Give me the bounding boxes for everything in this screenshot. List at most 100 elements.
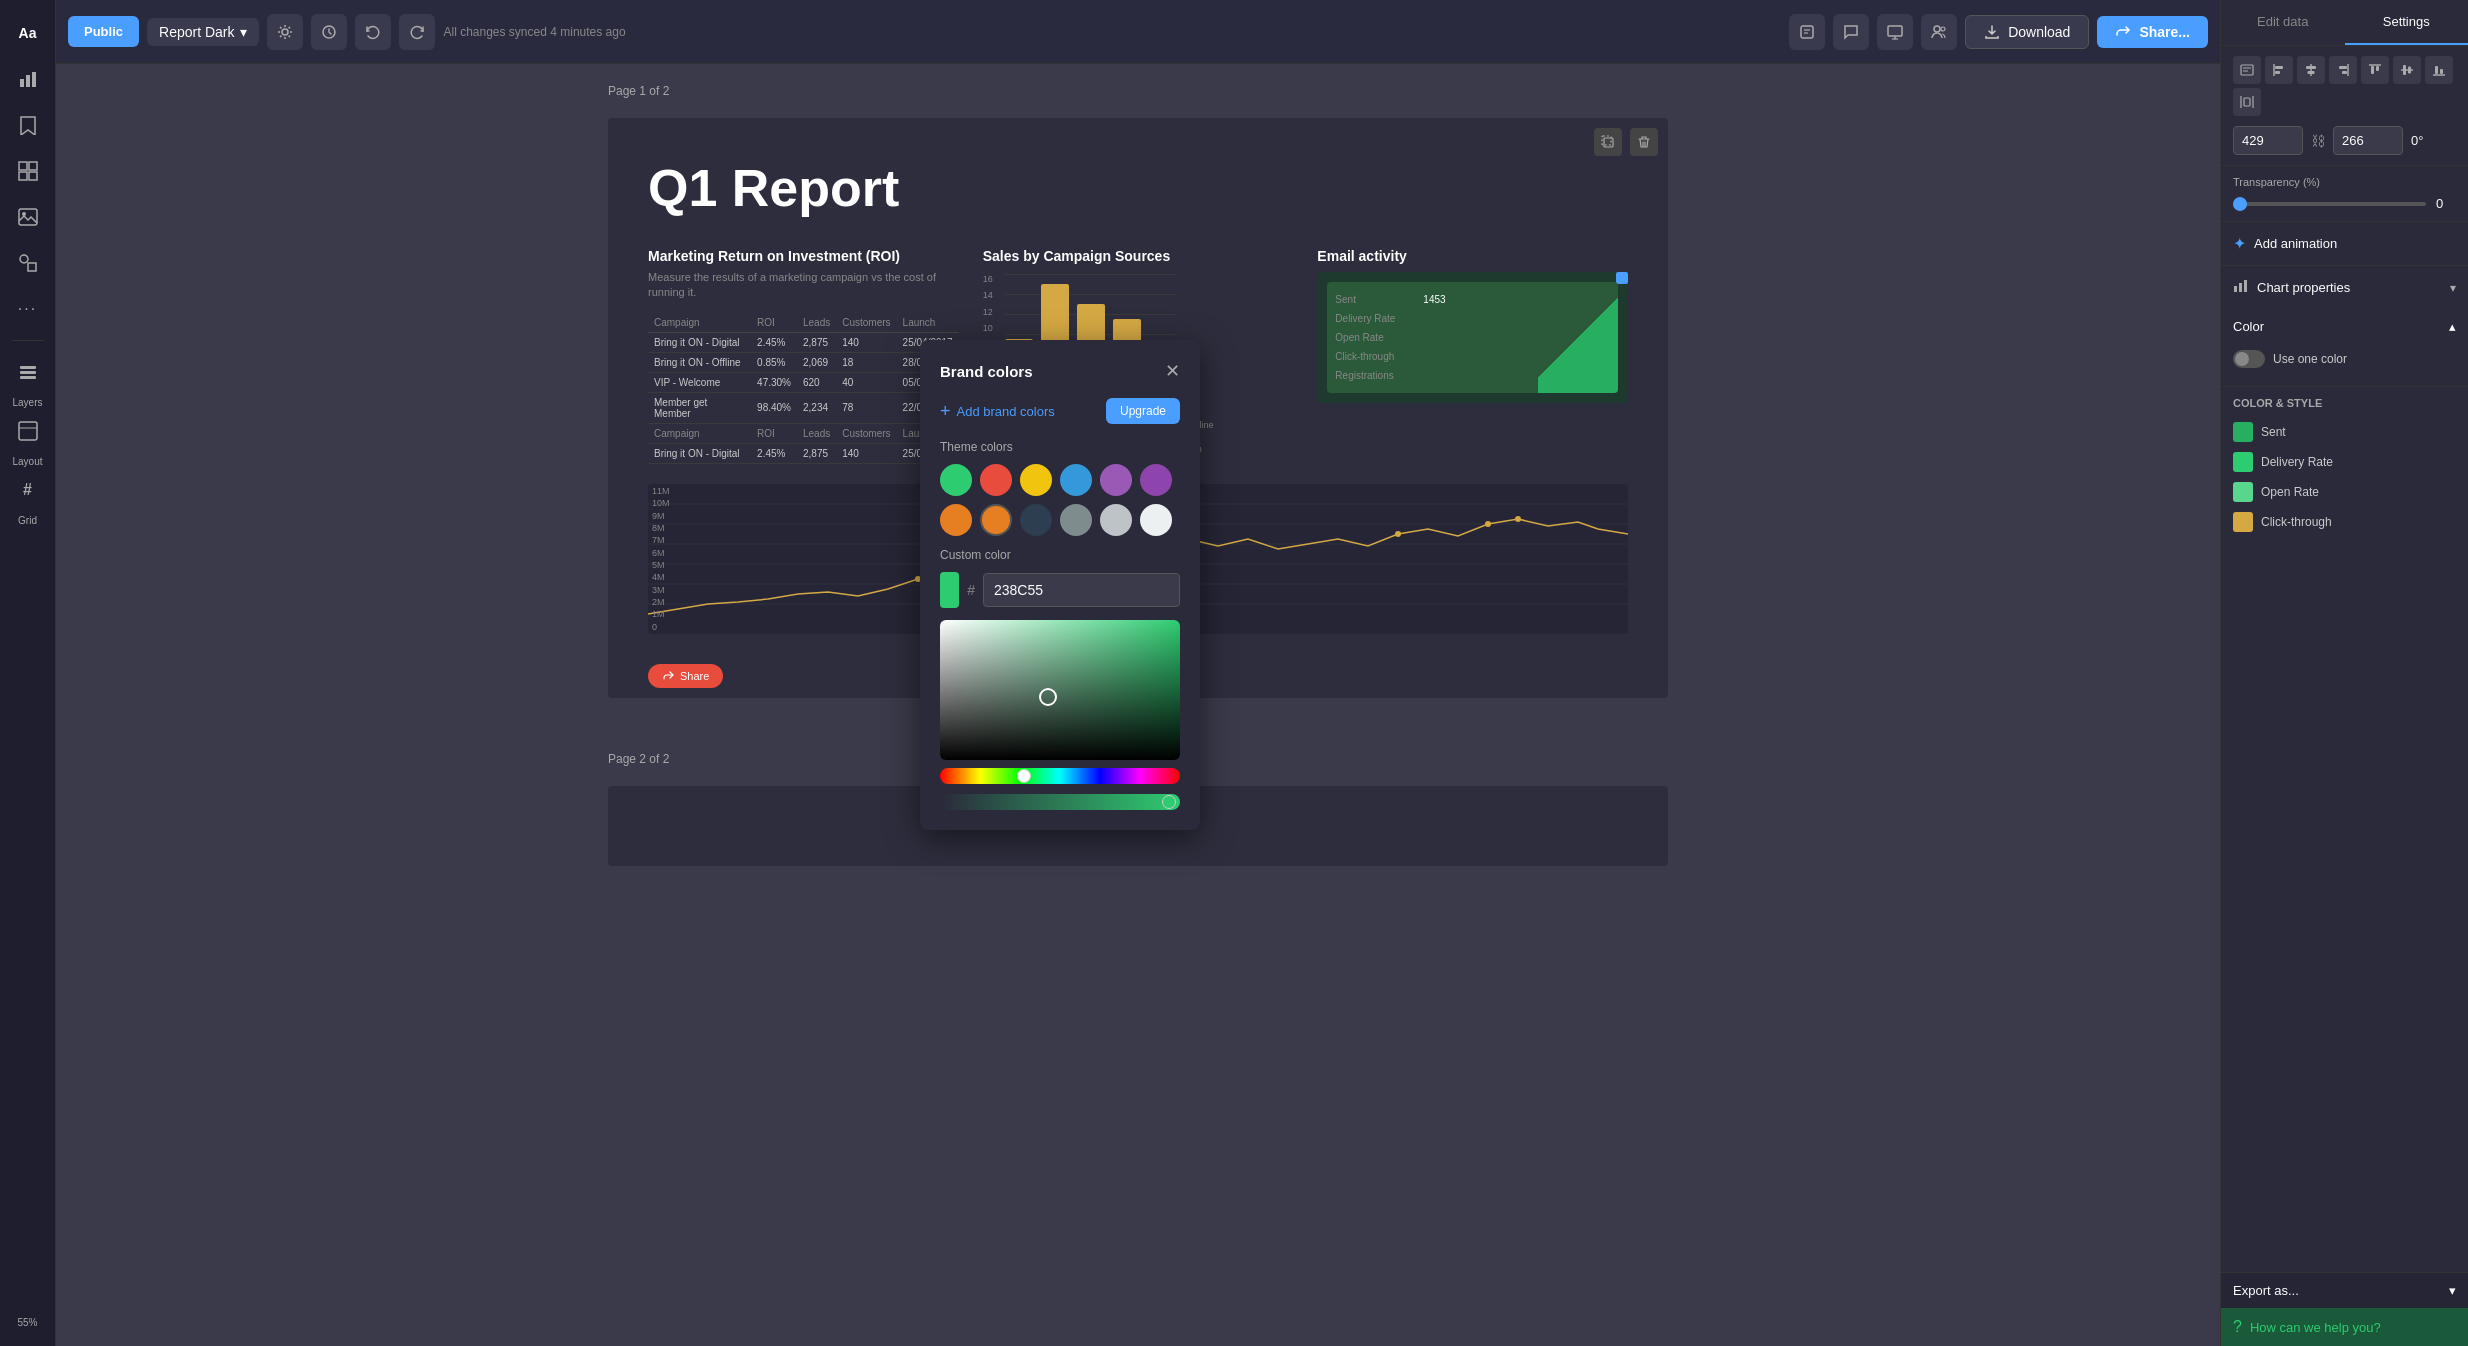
theme-color-9[interactable] xyxy=(1020,504,1052,536)
x-position-input[interactable] xyxy=(2233,126,2303,155)
popup-close-button[interactable]: ✕ xyxy=(1165,360,1180,382)
align-top-icon[interactable] xyxy=(2361,56,2389,84)
use-one-color-toggle[interactable] xyxy=(2233,350,2265,368)
theme-color-8[interactable] xyxy=(980,504,1012,536)
transparency-thumb[interactable] xyxy=(2233,197,2247,211)
alpha-slider[interactable] xyxy=(940,794,1180,810)
color-item-sent: Sent xyxy=(2233,417,2456,447)
hue-slider[interactable] xyxy=(940,768,1180,784)
theme-color-7[interactable] xyxy=(940,504,972,536)
share-slide-button[interactable]: Share xyxy=(648,664,723,688)
svg-rect-54 xyxy=(2376,66,2379,71)
chevron-up-icon: ▴ xyxy=(2449,319,2456,334)
layers-align-icon[interactable] xyxy=(2233,56,2261,84)
comment-icon-btn[interactable] xyxy=(1833,14,1869,50)
theme-color-4[interactable] xyxy=(1060,464,1092,496)
slide-title: Q1 Report xyxy=(648,158,1628,218)
hash-sign: # xyxy=(967,582,975,598)
svg-rect-6 xyxy=(29,172,37,180)
add-brand-text[interactable]: Add brand colors xyxy=(957,404,1055,419)
notes-icon-btn[interactable] xyxy=(1789,14,1825,50)
selection-handle xyxy=(1616,272,1628,284)
transparency-value: 0 xyxy=(2436,196,2456,211)
theme-color-12[interactable] xyxy=(1140,504,1172,536)
color-style-label: Color & Style xyxy=(2233,397,2456,409)
custom-color-swatch[interactable] xyxy=(940,572,959,608)
sidebar-icon-shapes[interactable] xyxy=(8,243,48,283)
toggle-knob xyxy=(2235,352,2249,366)
history-icon-btn[interactable] xyxy=(311,14,347,50)
present-icon-btn[interactable] xyxy=(1877,14,1913,50)
sidebar-icon-chart[interactable] xyxy=(8,59,48,99)
transparency-slider[interactable] xyxy=(2233,202,2426,206)
theme-color-3[interactable] xyxy=(1020,464,1052,496)
share-button[interactable]: Share... xyxy=(2097,16,2208,48)
delivery-color-swatch[interactable] xyxy=(2233,452,2253,472)
table-row: Bring it ON - Digital2.45%2,87514025/04/… xyxy=(648,332,959,352)
tab-settings[interactable]: Settings xyxy=(2345,0,2469,45)
distribute-icon[interactable] xyxy=(2233,88,2261,116)
hex-input[interactable] xyxy=(983,573,1180,607)
color-style-section: Color & Style Sent Delivery Rate Open Ra… xyxy=(2221,387,2468,547)
svg-rect-10 xyxy=(28,263,36,271)
sidebar-icon-text[interactable]: Aa xyxy=(8,13,48,53)
table-row: Bring it ON - Digital2.45%2,87514025/04/… xyxy=(648,443,959,463)
align-bottom-icon[interactable] xyxy=(2425,56,2453,84)
chart-props-header[interactable]: Chart properties ▾ xyxy=(2221,266,2468,309)
popup-title: Brand colors xyxy=(940,363,1033,380)
sidebar-group-bottom: Layers Layout # Grid xyxy=(8,349,48,526)
align-center-h-icon[interactable] xyxy=(2297,56,2325,84)
open-color-swatch[interactable] xyxy=(2233,482,2253,502)
align-middle-icon[interactable] xyxy=(2393,56,2421,84)
delete-page-icon[interactable] xyxy=(1630,128,1658,156)
y-position-input[interactable] xyxy=(2333,126,2403,155)
chart-props-label: Chart properties xyxy=(2257,280,2350,295)
undo-icon-btn[interactable] xyxy=(355,14,391,50)
use-one-color-row: Use one color xyxy=(2233,344,2456,374)
report-title-dropdown[interactable]: Report Dark ▾ xyxy=(147,18,259,46)
theme-color-10[interactable] xyxy=(1060,504,1092,536)
sidebar-icon-bookmark[interactable] xyxy=(8,105,48,145)
copy-page-icon[interactable] xyxy=(1594,128,1622,156)
svg-rect-7 xyxy=(19,209,37,225)
sidebar-icon-layers[interactable] xyxy=(8,352,48,392)
export-section[interactable]: Export as... ▾ xyxy=(2221,1272,2468,1308)
sidebar-icon-layout-nav[interactable] xyxy=(8,411,48,451)
theme-color-11[interactable] xyxy=(1100,504,1132,536)
sidebar-icon-grid[interactable]: # xyxy=(8,470,48,510)
share-people-icon-btn[interactable] xyxy=(1921,14,1957,50)
align-left-icon[interactable] xyxy=(2265,56,2293,84)
sent-color-swatch[interactable] xyxy=(2233,422,2253,442)
svg-point-37 xyxy=(1395,531,1401,537)
upgrade-button[interactable]: Upgrade xyxy=(1106,398,1180,424)
download-button[interactable]: Download xyxy=(1965,15,2089,49)
align-right-icon[interactable] xyxy=(2329,56,2357,84)
add-animation-section[interactable]: ✦ Add animation xyxy=(2221,222,2468,266)
click-color-swatch[interactable] xyxy=(2233,512,2253,532)
theme-color-5[interactable] xyxy=(1100,464,1132,496)
color-item-click: Click-through xyxy=(2233,507,2456,537)
add-animation-label: Add animation xyxy=(2254,236,2337,251)
tab-edit-data[interactable]: Edit data xyxy=(2221,0,2345,45)
settings-icon-btn[interactable] xyxy=(267,14,303,50)
color-item-delivery: Delivery Rate xyxy=(2233,447,2456,477)
svg-rect-1 xyxy=(26,75,30,87)
sidebar-group-top: Aa ··· xyxy=(8,10,48,332)
redo-icon-btn[interactable] xyxy=(399,14,435,50)
help-section[interactable]: ? How can we help you? xyxy=(2221,1308,2468,1346)
roi-title: Marketing Return on Investment (ROI) xyxy=(648,248,959,264)
popup-header: Brand colors ✕ xyxy=(940,360,1180,382)
sidebar-icon-image[interactable] xyxy=(8,197,48,237)
sidebar-icon-layout[interactable] xyxy=(8,151,48,191)
theme-color-1[interactable] xyxy=(940,464,972,496)
svg-point-9 xyxy=(20,255,28,263)
color-header[interactable]: Color ▴ xyxy=(2233,309,2456,344)
public-button[interactable]: Public xyxy=(68,16,139,47)
color-picker-canvas[interactable] xyxy=(940,620,1180,760)
picker-cursor[interactable] xyxy=(1039,688,1057,706)
svg-rect-64 xyxy=(2234,286,2237,292)
theme-color-6[interactable] xyxy=(1140,464,1172,496)
theme-color-2[interactable] xyxy=(980,464,1012,496)
sidebar-icon-more[interactable]: ··· xyxy=(8,289,48,329)
transparency-section: Transparency (%) 0 xyxy=(2221,166,2468,222)
